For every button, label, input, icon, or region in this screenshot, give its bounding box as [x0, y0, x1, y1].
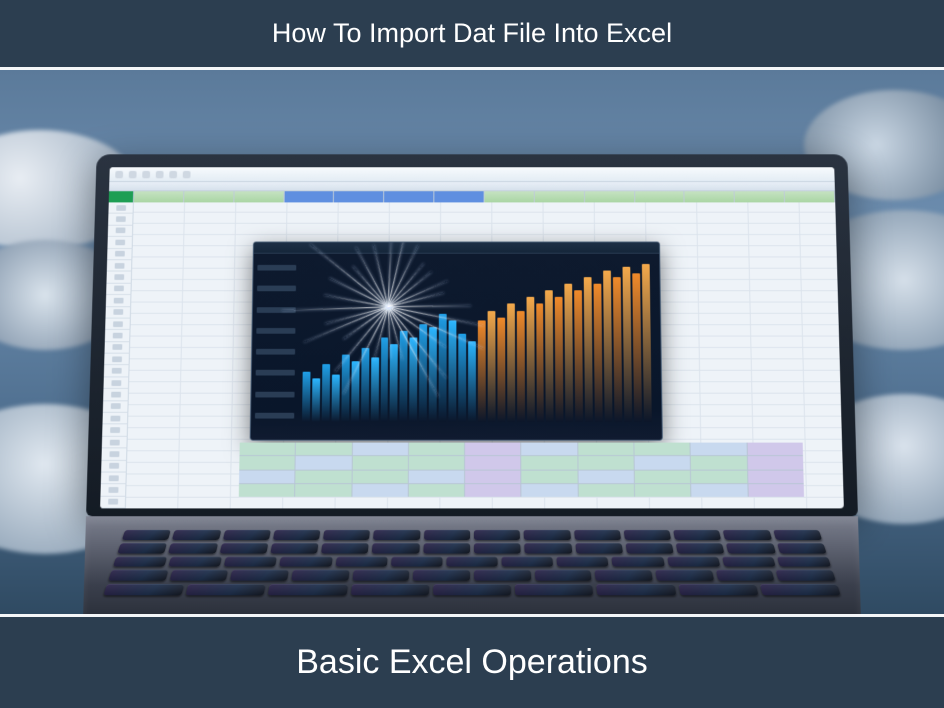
- header-banner: How To Import Dat File Into Excel: [0, 0, 944, 67]
- spreadsheet-screen: [100, 167, 844, 508]
- footer-title: Basic Excel Operations: [296, 643, 648, 681]
- embedded-chart: [250, 242, 663, 441]
- keyboard: [103, 530, 840, 595]
- starburst-overlay: [388, 306, 389, 307]
- colored-data-block: [239, 443, 804, 497]
- hero-illustration: [0, 70, 944, 614]
- laptop-keyboard-deck: [82, 516, 862, 614]
- laptop-screen-bezel: [86, 154, 858, 516]
- chart-bars: [298, 254, 656, 430]
- footer-banner: Basic Excel Operations: [0, 617, 944, 708]
- page-title: How To Import Dat File Into Excel: [272, 18, 672, 48]
- app-ribbon: [109, 167, 834, 182]
- chart-plot-area: [298, 254, 656, 430]
- laptop-illustration: [82, 154, 862, 614]
- app-toolbar: [109, 182, 835, 191]
- chart-y-labels: [251, 254, 301, 430]
- column-headers: [109, 191, 836, 202]
